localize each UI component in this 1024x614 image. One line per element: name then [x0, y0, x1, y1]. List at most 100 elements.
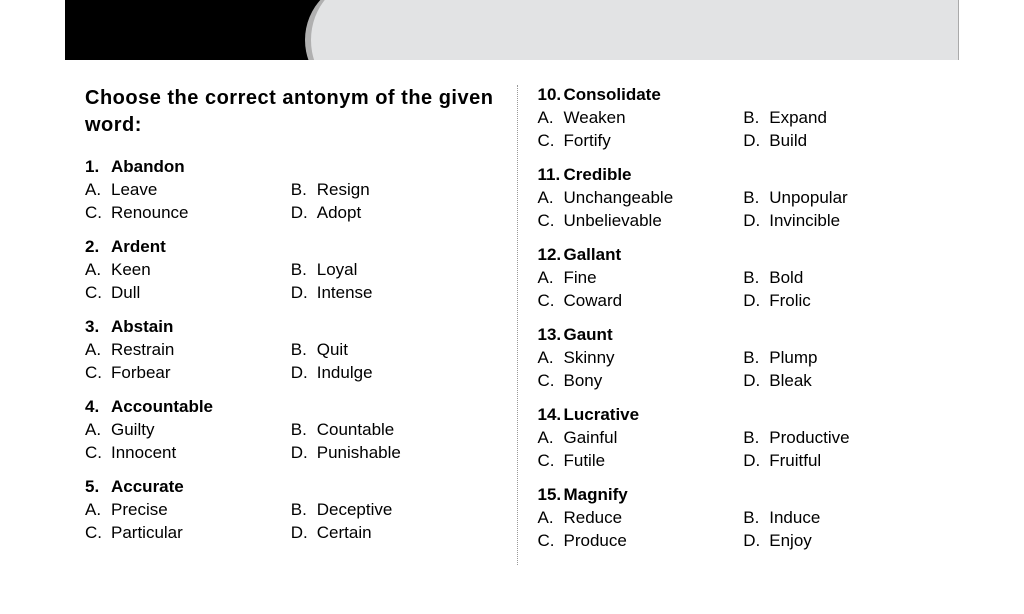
answer-option[interactable]: B.Deceptive — [291, 500, 497, 520]
option-letter: C. — [85, 363, 111, 383]
option-letter: C. — [85, 203, 111, 223]
option-text: Coward — [564, 291, 623, 311]
option-text: Keen — [111, 260, 151, 280]
option-letter: B. — [291, 260, 317, 280]
answer-option[interactable]: C.Bony — [538, 371, 744, 391]
answer-option[interactable]: D.Frolic — [743, 291, 949, 311]
answer-option[interactable]: B.Bold — [743, 268, 949, 288]
question-block: 10.ConsolidateA.WeakenB.ExpandC.FortifyD… — [538, 85, 950, 151]
option-text: Adopt — [317, 203, 361, 223]
option-text: Quit — [317, 340, 348, 360]
question-number: 14. — [538, 405, 564, 425]
option-text: Unbelievable — [564, 211, 662, 231]
answer-option[interactable]: B.Quit — [291, 340, 497, 360]
question-block: 3.AbstainA.RestrainB.QuitC.ForbearD.Indu… — [85, 317, 497, 383]
option-text: Forbear — [111, 363, 171, 383]
question-word: Gallant — [564, 245, 622, 265]
question-number: 11. — [538, 165, 564, 185]
answer-option[interactable]: C.Fortify — [538, 131, 744, 151]
answer-option[interactable]: B.Loyal — [291, 260, 497, 280]
answer-option[interactable]: A.Restrain — [85, 340, 291, 360]
answer-option[interactable]: D.Certain — [291, 523, 497, 543]
answer-option[interactable]: C.Unbelievable — [538, 211, 744, 231]
answer-option[interactable]: B.Productive — [743, 428, 949, 448]
question-number: 4. — [85, 397, 111, 417]
option-text: Punishable — [317, 443, 401, 463]
answer-option[interactable]: D.Adopt — [291, 203, 497, 223]
option-letter: A. — [85, 420, 111, 440]
option-letter: C. — [85, 523, 111, 543]
option-letter: B. — [743, 508, 769, 528]
answer-option[interactable]: B.Induce — [743, 508, 949, 528]
answer-option[interactable]: D.Fruitful — [743, 451, 949, 471]
option-letter: A. — [85, 500, 111, 520]
instruction-text: Choose the correct antonym of the given … — [85, 85, 497, 139]
option-letter: D. — [743, 531, 769, 551]
question-number: 13. — [538, 325, 564, 345]
option-text: Innocent — [111, 443, 176, 463]
question-block: 5.Accurate A.PreciseB.DeceptiveC.Particul… — [85, 477, 497, 543]
option-letter: B. — [743, 428, 769, 448]
answer-option[interactable]: C.Forbear — [85, 363, 291, 383]
answer-option[interactable]: D.Enjoy — [743, 531, 949, 551]
answer-option[interactable]: C.Particular — [85, 523, 291, 543]
option-text: Bony — [564, 371, 603, 391]
answer-option[interactable]: B.Resign — [291, 180, 497, 200]
answer-option[interactable]: C.Renounce — [85, 203, 291, 223]
answer-option[interactable]: D.Invincible — [743, 211, 949, 231]
question-number: 3. — [85, 317, 111, 337]
option-text: Build — [769, 131, 807, 151]
answer-option[interactable]: D.Bleak — [743, 371, 949, 391]
answer-option[interactable]: B.Expand — [743, 108, 949, 128]
answer-option[interactable]: A.Leave — [85, 180, 291, 200]
answer-option[interactable]: A.Precise — [85, 500, 291, 520]
answer-option[interactable]: C.Coward — [538, 291, 744, 311]
option-letter: B. — [291, 420, 317, 440]
answer-option[interactable]: D.Intense — [291, 283, 497, 303]
question-title: 1.Abandon — [85, 157, 497, 177]
answer-option[interactable]: A.Unchangeable — [538, 188, 744, 208]
answer-option[interactable]: B.Plump — [743, 348, 949, 368]
options-grid: A.GuiltyB.CountableC.InnocentD.Punishabl… — [85, 420, 497, 463]
option-letter: B. — [291, 180, 317, 200]
option-letter: C. — [538, 371, 564, 391]
option-letter: D. — [743, 291, 769, 311]
answer-option[interactable]: A.Fine — [538, 268, 744, 288]
options-grid: A.PreciseB.DeceptiveC.ParticularD.Certai… — [85, 500, 497, 543]
option-text: Intense — [317, 283, 373, 303]
answer-option[interactable]: C.Innocent — [85, 443, 291, 463]
option-text: Enjoy — [769, 531, 812, 551]
header-curve — [305, 0, 425, 60]
question-number: 5. — [85, 477, 111, 497]
options-grid: A.FineB.Bold C.CowardD.Frolic — [538, 268, 950, 311]
answer-option[interactable]: B.Unpopular — [743, 188, 949, 208]
question-title: 2.Ardent — [85, 237, 497, 257]
option-letter: B. — [743, 188, 769, 208]
answer-option[interactable]: A.Guilty — [85, 420, 291, 440]
question-title: 3.Abstain — [85, 317, 497, 337]
answer-option[interactable]: C.Dull — [85, 283, 291, 303]
option-letter: C. — [85, 283, 111, 303]
answer-option[interactable]: D.Punishable — [291, 443, 497, 463]
answer-option[interactable]: C.Futile — [538, 451, 744, 471]
answer-option[interactable]: A.Weaken — [538, 108, 744, 128]
question-block: 4.AccountableA.GuiltyB.CountableC.Innoce… — [85, 397, 497, 463]
option-text: Resign — [317, 180, 370, 200]
option-text: Restrain — [111, 340, 174, 360]
answer-option[interactable]: B.Countable — [291, 420, 497, 440]
answer-option[interactable]: A.Skinny — [538, 348, 744, 368]
answer-option[interactable]: A.Gainful — [538, 428, 744, 448]
options-grid: A.WeakenB.Expand C.FortifyD.Build — [538, 108, 950, 151]
option-letter: D. — [743, 371, 769, 391]
answer-option[interactable]: A.Keen — [85, 260, 291, 280]
question-word: Accurate — [111, 477, 184, 497]
answer-option[interactable]: D.Indulge — [291, 363, 497, 383]
question-block: 15.MagnifyA.ReduceB.InduceC.ProduceD.Enj… — [538, 485, 950, 551]
question-word: Gaunt — [564, 325, 613, 345]
question-title: 12.Gallant — [538, 245, 950, 265]
answer-option[interactable]: C.Produce — [538, 531, 744, 551]
answer-option[interactable]: D.Build — [743, 131, 949, 151]
option-text: Fine — [564, 268, 597, 288]
option-text: Indulge — [317, 363, 373, 383]
answer-option[interactable]: A.Reduce — [538, 508, 744, 528]
